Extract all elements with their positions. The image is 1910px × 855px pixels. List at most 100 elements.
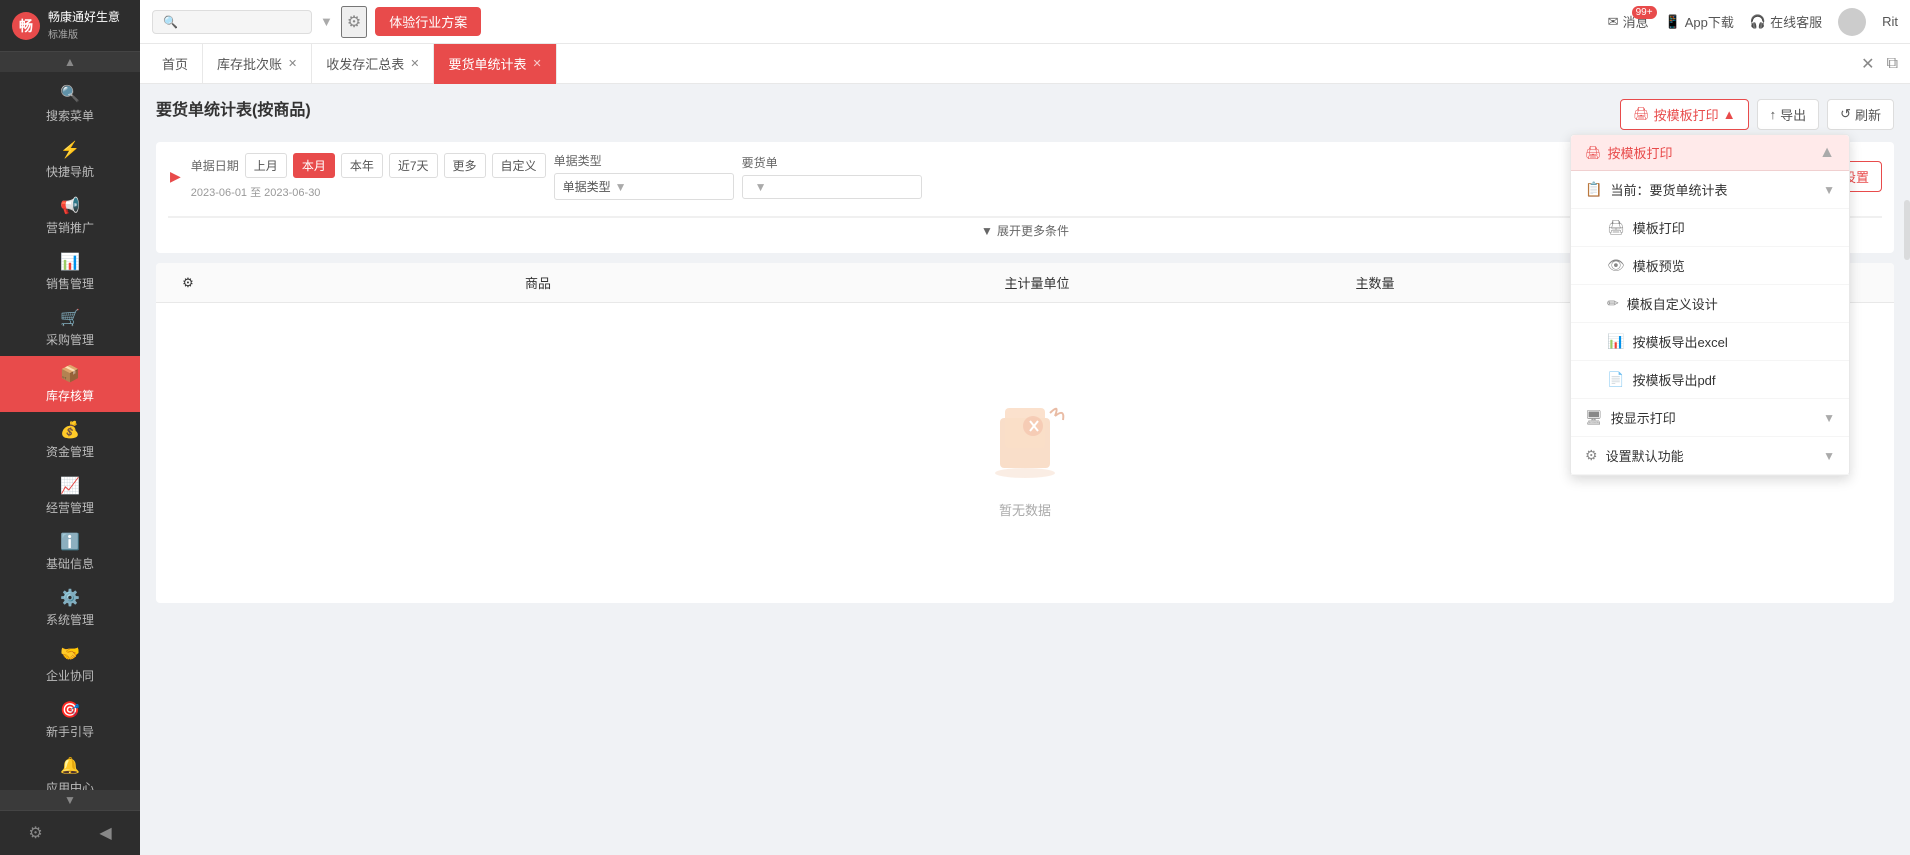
tab-bar: 首页 库存批次账 ✕ 收发存汇总表 ✕ 要货单统计表 ✕ ✕ ⧉ bbox=[140, 44, 1910, 84]
app-download-btn[interactable]: 📱 App下载 bbox=[1665, 12, 1734, 31]
message-btn[interactable]: ✉ 消息 99+ bbox=[1608, 12, 1649, 31]
online-service-btn[interactable]: 🎧 在线客服 bbox=[1750, 12, 1822, 31]
tab-maximize-btn[interactable]: ⧉ bbox=[1883, 51, 1902, 77]
date-btn-more[interactable]: 更多 bbox=[444, 153, 486, 178]
template-icon: 📋 bbox=[1585, 181, 1602, 198]
date-filter-label: 单据日期 bbox=[191, 157, 239, 174]
dropdown-set-default[interactable]: ⚙ 设置默认功能 ▼ bbox=[1571, 437, 1849, 475]
excel-icon: 📊 bbox=[1607, 333, 1624, 350]
search-box[interactable]: 🔍 bbox=[152, 10, 312, 34]
sidebar-scroll-up[interactable]: ▲ bbox=[0, 52, 140, 72]
sidebar-item-cooperation[interactable]: 🤝 企业协同 bbox=[0, 636, 140, 692]
dropdown-template-custom[interactable]: ✏ 模板自定义设计 bbox=[1571, 285, 1849, 323]
sidebar-item-sales[interactable]: 📊 销售管理 bbox=[0, 244, 140, 300]
date-btn-last7[interactable]: 近7天 bbox=[389, 153, 438, 178]
sidebar-item-label: 搜索菜单 bbox=[46, 107, 94, 124]
sidebar-item-label: 销售管理 bbox=[46, 275, 94, 292]
sidebar: 畅 畅康通好生意 标准版 ▲ 🔍 搜索菜单 ⚡ 快捷导航 📢 营销推广 📊 销售… bbox=[0, 0, 140, 855]
tab-close-order-stats[interactable]: ✕ bbox=[533, 57, 542, 70]
tab-close-window-btn[interactable]: ✕ bbox=[1857, 50, 1878, 78]
dropdown-export-pdf[interactable]: 📄 按模板导出pdf bbox=[1571, 361, 1849, 399]
sidebar-item-search[interactable]: 🔍 搜索菜单 bbox=[0, 76, 140, 132]
sidebar-item-purchase[interactable]: 🛒 采购管理 bbox=[0, 300, 140, 356]
tab-close-receivables[interactable]: ✕ bbox=[410, 57, 419, 70]
tab-label: 要货单统计表 bbox=[448, 54, 526, 73]
inventory-icon: 📦 bbox=[60, 364, 80, 384]
sidebar-item-label: 新手引导 bbox=[46, 723, 94, 740]
print-template-btn[interactable]: 🖨 按模板打印 ▲ bbox=[1620, 99, 1748, 130]
sidebar-item-finance[interactable]: 💰 资金管理 bbox=[0, 412, 140, 468]
message-badge: 99+ bbox=[1632, 6, 1657, 19]
pdf-icon: 📄 bbox=[1607, 371, 1624, 388]
online-service-label: 在线客服 bbox=[1770, 12, 1822, 31]
dropdown-item-label: 按显示打印 bbox=[1611, 408, 1676, 427]
trial-btn[interactable]: 体验行业方案 bbox=[375, 7, 481, 36]
filter-expand-icon[interactable]: ▶ bbox=[168, 166, 183, 187]
date-btn-custom[interactable]: 自定义 bbox=[492, 153, 546, 178]
date-btn-curr-month[interactable]: 本月 bbox=[293, 153, 335, 178]
sidebar-item-shortcut[interactable]: ⚡ 快捷导航 bbox=[0, 132, 140, 188]
sidebar-item-label: 资金管理 bbox=[46, 443, 94, 460]
sidebar-nav: 🔍 搜索菜单 ⚡ 快捷导航 📢 营销推广 📊 销售管理 🛒 采购管理 📦 bbox=[0, 72, 140, 790]
avatar[interactable] bbox=[1838, 8, 1866, 36]
dropdown-item-label: 按模板导出excel bbox=[1632, 332, 1727, 351]
order-type-label: 单据类型 bbox=[554, 152, 734, 169]
print-dropdown-close-btn[interactable]: ▲ bbox=[1819, 144, 1835, 162]
sidebar-collapse-btn[interactable]: ◀ bbox=[95, 819, 115, 847]
order-goods-select[interactable]: ▼ bbox=[742, 175, 922, 199]
export-btn[interactable]: ↑ 导出 bbox=[1757, 99, 1820, 130]
sidebar-item-appstore[interactable]: 🔔 应用中心 bbox=[0, 748, 140, 790]
tab-order-stats[interactable]: 要货单统计表 ✕ bbox=[434, 44, 556, 84]
app-badge: 标准版 bbox=[48, 26, 120, 41]
service-icon: 🎧 bbox=[1750, 14, 1766, 30]
dropdown-current-template[interactable]: 📋 当前：要货单统计表 ▼ bbox=[1571, 171, 1849, 209]
refresh-icon: ↺ bbox=[1840, 106, 1851, 122]
order-type-select[interactable]: 单据类型 ▼ bbox=[554, 173, 734, 200]
sidebar-nav-container: 🔍 搜索菜单 ⚡ 快捷导航 📢 营销推广 📊 销售管理 🛒 采购管理 📦 bbox=[0, 72, 140, 790]
sidebar-item-basic[interactable]: ℹ️ 基础信息 bbox=[0, 524, 140, 580]
dropdown-export-excel[interactable]: 📊 按模板导出excel bbox=[1571, 323, 1849, 361]
scrollbar-thumb[interactable] bbox=[1904, 200, 1910, 260]
settings-gear-btn[interactable]: ⚙ bbox=[341, 6, 367, 38]
tab-inventory-batch[interactable]: 库存批次账 ✕ bbox=[203, 44, 312, 84]
shortcut-icon: ⚡ bbox=[60, 140, 80, 160]
order-type-placeholder: 单据类型 bbox=[563, 178, 611, 195]
refresh-btn[interactable]: ↺ 刷新 bbox=[1827, 99, 1894, 130]
export-icon: ↑ bbox=[1770, 107, 1777, 122]
sidebar-item-guide[interactable]: 🎯 新手引导 bbox=[0, 692, 140, 748]
sales-icon: 📊 bbox=[60, 252, 80, 272]
expand-more-label: 展开更多条件 bbox=[997, 222, 1069, 239]
sidebar-item-label: 企业协同 bbox=[46, 667, 94, 684]
basic-icon: ℹ️ bbox=[60, 532, 80, 552]
tab-home[interactable]: 首页 bbox=[148, 44, 203, 84]
print-dropdown-title: 🖨 按模板打印 bbox=[1585, 143, 1673, 162]
sidebar-item-label: 应用中心 bbox=[46, 779, 94, 790]
current-template-label: 当前：要货单统计表 bbox=[1610, 180, 1727, 199]
purchase-icon: 🛒 bbox=[60, 308, 80, 328]
sidebar-scroll-down[interactable]: ▼ bbox=[0, 790, 140, 810]
sidebar-bottom: ⚙ ◀ bbox=[0, 810, 140, 855]
print-dropdown-panel: 🖨 按模板打印 ▲ 📋 当前：要货单统计表 ▼ 🖨 模板打印 👁 模板预览 ✏ … bbox=[1570, 134, 1850, 476]
sidebar-item-inventory[interactable]: 📦 库存核算 bbox=[0, 356, 140, 412]
sidebar-item-system[interactable]: ⚙️ 系统管理 bbox=[0, 580, 140, 636]
dropdown-display-print[interactable]: 🖥 按显示打印 ▼ bbox=[1571, 399, 1849, 437]
sidebar-settings-btn[interactable]: ⚙ bbox=[24, 819, 46, 847]
chevron-down-icon: ▼ bbox=[981, 224, 993, 238]
sidebar-item-marketing[interactable]: 📢 营销推广 bbox=[0, 188, 140, 244]
tab-receivables-summary[interactable]: 收发存汇总表 ✕ bbox=[312, 44, 434, 84]
date-btn-curr-year[interactable]: 本年 bbox=[341, 153, 383, 178]
tab-close-inventory-batch[interactable]: ✕ bbox=[288, 57, 297, 70]
dropdown-template-preview[interactable]: 👁 模板预览 bbox=[1571, 247, 1849, 285]
dropdown-template-print[interactable]: 🖨 模板打印 bbox=[1571, 209, 1849, 247]
date-btn-prev-month[interactable]: 上月 bbox=[245, 153, 287, 178]
th-settings[interactable]: ⚙ bbox=[168, 275, 208, 291]
app-logo: 畅 畅康通好生意 标准版 bbox=[0, 0, 140, 52]
message-icon: ✉ bbox=[1608, 14, 1619, 30]
date-filter-group: 单据日期 上月 本月 本年 近7天 更多 自定义 2023-06-01 至 20… bbox=[191, 153, 546, 200]
chevron-down-icon: ▼ bbox=[615, 180, 627, 194]
order-goods-label: 要货单 bbox=[742, 154, 922, 171]
print-dropdown-title-text: 按模板打印 bbox=[1608, 143, 1673, 162]
dropdown-item-label: 模板预览 bbox=[1633, 256, 1685, 275]
sidebar-item-operations[interactable]: 📈 经营管理 bbox=[0, 468, 140, 524]
preview-icon: 👁 bbox=[1607, 257, 1625, 274]
